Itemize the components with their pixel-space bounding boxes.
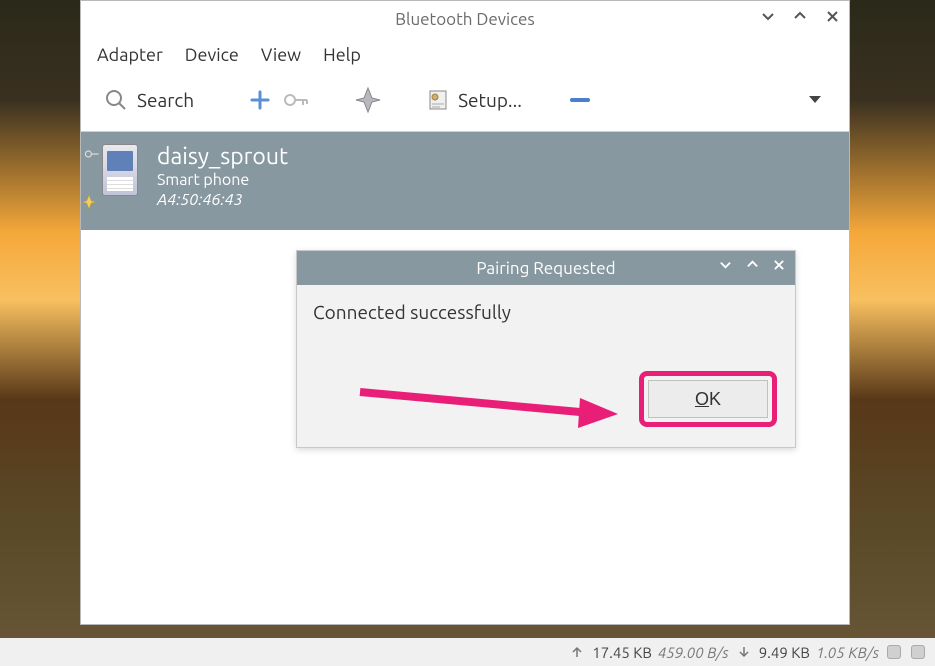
minus-icon: [569, 89, 591, 111]
chevron-down-icon: [761, 9, 775, 23]
device-list: daisy_sprout Smart phone A4:50:46:43: [81, 131, 849, 230]
toolbar-overflow-button[interactable]: [807, 91, 823, 109]
pairing-dialog: Pairing Requested Connected successfully…: [296, 250, 796, 448]
minimize-button[interactable]: [759, 7, 777, 25]
upload-rate: 459.00 B/s: [658, 644, 729, 661]
ok-button[interactable]: OK: [648, 380, 768, 418]
maximize-button[interactable]: [791, 7, 809, 25]
device-type: Smart phone: [157, 171, 835, 189]
close-button[interactable]: [823, 7, 841, 25]
add-device-button[interactable]: [246, 86, 274, 114]
search-icon: [103, 87, 129, 113]
menu-view[interactable]: View: [261, 45, 301, 65]
plus-icon: [249, 89, 271, 111]
system-tray: 17.45 KB 459.00 B/s 9.49 KB 1.05 KB/s: [0, 638, 935, 666]
close-icon: [826, 10, 839, 23]
triangle-down-icon: [807, 93, 823, 105]
setup-icon: [426, 88, 450, 112]
menubar: Adapter Device View Help: [81, 37, 849, 73]
chevron-up-icon: [746, 258, 759, 271]
dialog-maximize-button[interactable]: [746, 257, 759, 274]
device-address: A4:50:46:43: [157, 191, 835, 209]
trusted-star-icon: [81, 194, 97, 210]
tray-applet-2[interactable]: [909, 643, 927, 661]
download-rate: 1.05 KB/s: [816, 644, 879, 661]
toolbar: Search: [81, 73, 849, 131]
paired-key-icon: [83, 148, 101, 160]
device-icon-column: [95, 144, 145, 196]
setup-label: Setup...: [458, 89, 522, 111]
device-row[interactable]: daisy_sprout Smart phone A4:50:46:43: [81, 132, 849, 230]
tray-applet-1[interactable]: [885, 643, 903, 661]
window-titlebar: Bluetooth Devices: [81, 1, 849, 37]
dialog-minimize-button[interactable]: [719, 257, 732, 274]
ok-button-highlight: OK: [639, 371, 777, 427]
pairing-dialog-body: Connected successfully OK: [297, 285, 795, 447]
download-total: 9.49 KB: [759, 644, 810, 661]
close-icon: [773, 259, 785, 271]
device-name: daisy_sprout: [157, 144, 835, 169]
titlebar-controls: [759, 7, 841, 25]
download-arrow-icon: [735, 643, 753, 661]
pairing-dialog-controls: [719, 257, 785, 274]
menu-help[interactable]: Help: [323, 45, 361, 65]
menu-device[interactable]: Device: [185, 45, 239, 65]
trust-button[interactable]: [354, 86, 382, 114]
pairing-dialog-titlebar: Pairing Requested: [297, 251, 795, 285]
setup-button[interactable]: Setup...: [426, 88, 522, 112]
pairing-dialog-actions: OK: [313, 371, 777, 427]
key-icon: [283, 90, 309, 110]
device-info: daisy_sprout Smart phone A4:50:46:43: [157, 144, 835, 209]
dialog-close-button[interactable]: [773, 257, 785, 274]
smartphone-icon: [102, 144, 138, 196]
upload-total: 17.45 KB: [592, 644, 652, 661]
pairing-dialog-title: Pairing Requested: [476, 259, 615, 278]
menu-adapter[interactable]: Adapter: [97, 45, 163, 65]
star-icon: [354, 86, 382, 114]
remove-device-button[interactable]: [566, 86, 594, 114]
upload-arrow-icon: [568, 643, 586, 661]
chevron-up-icon: [793, 9, 807, 23]
window-title: Bluetooth Devices: [395, 10, 535, 29]
chevron-down-icon: [719, 258, 732, 271]
pairing-message: Connected successfully: [313, 301, 777, 323]
search-button[interactable]: Search: [95, 83, 202, 117]
search-label: Search: [137, 89, 194, 111]
pair-key-button[interactable]: [282, 86, 310, 114]
